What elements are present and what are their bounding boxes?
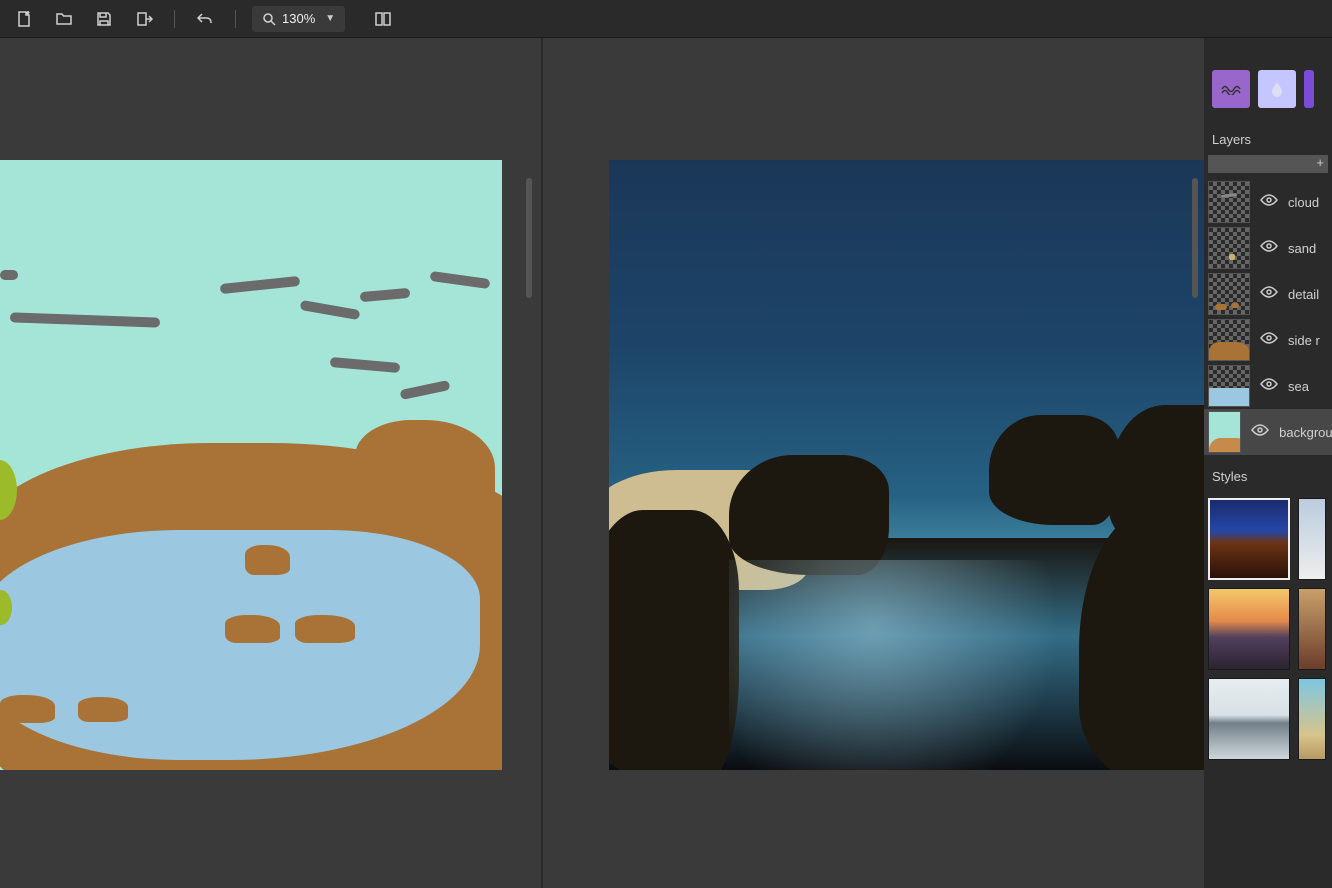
style-thumbnail[interactable]: [1298, 588, 1326, 670]
visibility-toggle-icon[interactable]: [1251, 423, 1269, 441]
layer-name: sand: [1288, 241, 1316, 256]
layer-row[interactable]: detail: [1204, 271, 1332, 317]
right-scroll-indicator[interactable]: [1192, 178, 1198, 298]
add-layer-button[interactable]: +: [1208, 155, 1328, 173]
layer-row[interactable]: background: [1204, 409, 1332, 455]
layer-thumbnail: [1208, 319, 1250, 361]
brush-swatches: [1204, 60, 1332, 118]
layers-list: cloud sand detail side r sea: [1204, 179, 1332, 455]
left-scroll-indicator[interactable]: [526, 178, 532, 298]
compare-button[interactable]: [365, 3, 401, 35]
layer-thumbnail: [1208, 227, 1250, 269]
export-button[interactable]: [126, 3, 162, 35]
brush-swatch-3[interactable]: [1304, 70, 1314, 108]
layer-name: cloud: [1288, 195, 1319, 210]
style-thumbnail[interactable]: [1208, 498, 1290, 580]
visibility-toggle-icon[interactable]: [1260, 285, 1278, 303]
segmentation-canvas[interactable]: [0, 160, 502, 770]
save-button[interactable]: [86, 3, 122, 35]
workspace: Layers + cloud sand detail side r: [0, 38, 1332, 888]
layer-name: detail: [1288, 287, 1319, 302]
layer-row[interactable]: side r: [1204, 317, 1332, 363]
layer-row[interactable]: cloud: [1204, 179, 1332, 225]
layers-panel-title: Layers: [1204, 118, 1332, 155]
styles-panel-title: Styles: [1204, 455, 1332, 492]
toolbar-separator: [174, 10, 175, 28]
styles-grid: [1204, 492, 1332, 766]
right-panel: Layers + cloud sand detail side r: [1204, 38, 1332, 888]
visibility-toggle-icon[interactable]: [1260, 239, 1278, 257]
chevron-down-icon: ▼: [325, 13, 335, 24]
layer-thumbnail: [1208, 273, 1250, 315]
layer-thumbnail: [1208, 181, 1250, 223]
layer-thumbnail: [1208, 365, 1250, 407]
canvas-area[interactable]: [0, 38, 1204, 888]
layer-name: side r: [1288, 333, 1320, 348]
style-thumbnail[interactable]: [1208, 588, 1290, 670]
zoom-selector[interactable]: 130% ▼: [252, 6, 345, 32]
visibility-toggle-icon[interactable]: [1260, 331, 1278, 349]
style-thumbnail[interactable]: [1298, 498, 1326, 580]
layer-name: sea: [1288, 379, 1309, 394]
visibility-toggle-icon[interactable]: [1260, 193, 1278, 211]
layer-row[interactable]: sand: [1204, 225, 1332, 271]
style-thumbnail[interactable]: [1298, 678, 1326, 760]
layer-name: background: [1279, 425, 1332, 440]
layer-row[interactable]: sea: [1204, 363, 1332, 409]
brush-swatch-drop[interactable]: [1258, 70, 1296, 108]
visibility-toggle-icon[interactable]: [1260, 377, 1278, 395]
layer-thumbnail: [1208, 411, 1241, 453]
zoom-value: 130%: [282, 11, 315, 26]
new-document-button[interactable]: [6, 3, 42, 35]
open-folder-button[interactable]: [46, 3, 82, 35]
brush-swatch-wave[interactable]: [1212, 70, 1250, 108]
undo-button[interactable]: [187, 3, 223, 35]
output-canvas[interactable]: [609, 160, 1204, 770]
toolbar-separator: [235, 10, 236, 28]
style-thumbnail[interactable]: [1208, 678, 1290, 760]
top-toolbar: 130% ▼: [0, 0, 1332, 38]
